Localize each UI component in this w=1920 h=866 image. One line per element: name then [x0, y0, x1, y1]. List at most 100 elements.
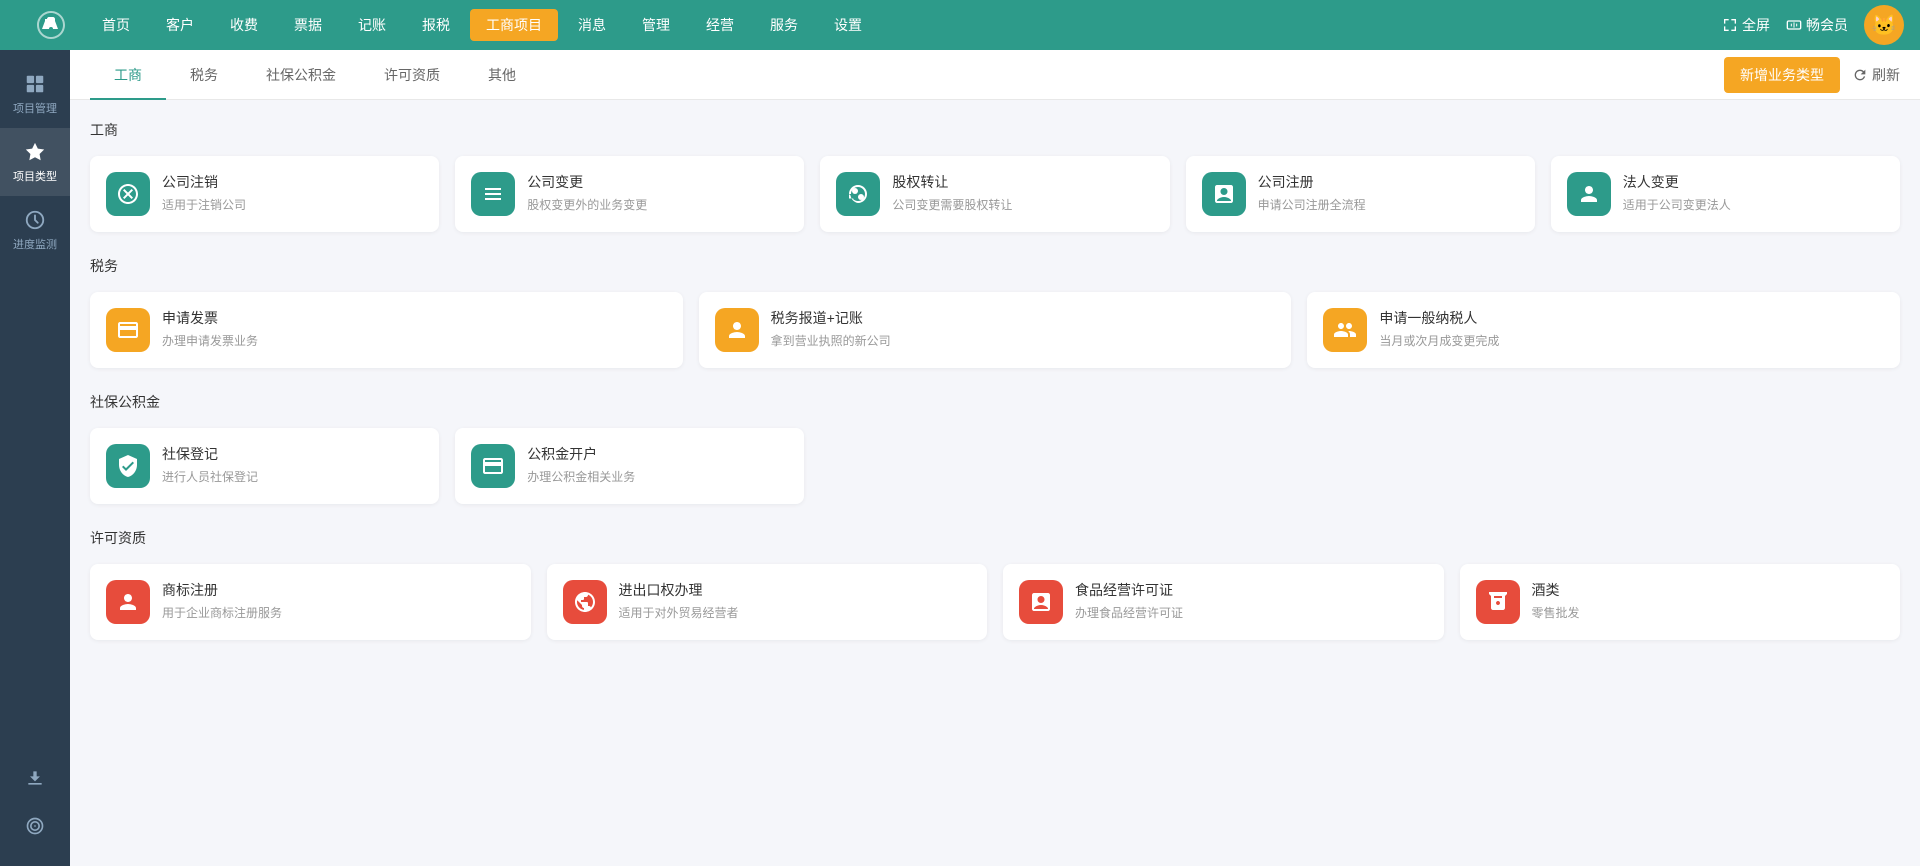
card-tax-bookkeeping[interactable]: 税务报道+记账 拿到营业执照的新公司: [699, 292, 1292, 368]
top-navigation: 首页 客户 收费 票据 记账 报税 工商项目 消息 管理 经营 服务 设置 全屏…: [0, 0, 1920, 50]
nav-customer[interactable]: 客户: [150, 9, 210, 41]
main-nav: 首页 客户 收费 票据 记账 报税 工商项目 消息 管理 经营 服务 设置: [86, 9, 1722, 41]
section-title-shuiwu: 税务: [90, 256, 1900, 276]
progress-icon: [23, 208, 47, 232]
card-social-insurance[interactable]: 社保登记 进行人员社保登记: [90, 428, 439, 504]
refresh-button[interactable]: 刷新: [1852, 65, 1900, 85]
tab-shebao[interactable]: 社保公积金: [242, 50, 360, 100]
card-food-license[interactable]: 食品经营许可证 办理食品经营许可证: [1003, 564, 1444, 640]
sidebar-item-project-type[interactable]: 项目类型: [0, 128, 70, 196]
card-apply-taxpayer[interactable]: 申请一般纳税人 当月或次月成变更完成: [1307, 292, 1900, 368]
nav-bizproject[interactable]: 工商项目: [470, 9, 558, 41]
nav-settings[interactable]: 设置: [818, 9, 878, 41]
project-type-icon: [23, 140, 47, 164]
card-info-import-export: 进出口权办理 适用于对外贸易经营者: [619, 580, 972, 621]
nav-manage[interactable]: 管理: [626, 9, 686, 41]
card-desc-trademark: 用于企业商标注册服务: [162, 604, 515, 621]
card-title-apply-taxpayer: 申请一般纳税人: [1379, 308, 1884, 328]
card-icon-apply-invoice: [106, 308, 150, 352]
sidebar-item-progress[interactable]: 进度监测: [0, 196, 70, 264]
card-info-legal-change: 法人变更 适用于公司变更法人: [1623, 172, 1884, 213]
card-legal-change[interactable]: 法人变更 适用于公司变更法人: [1551, 156, 1900, 232]
nav-home[interactable]: 首页: [86, 9, 146, 41]
card-info-company-register: 公司注册 申请公司注册全流程: [1258, 172, 1519, 213]
card-desc-housing-fund: 办理公积金相关业务: [527, 468, 788, 485]
card-title-trademark: 商标注册: [162, 580, 515, 600]
card-icon-apply-taxpayer: [1323, 308, 1367, 352]
card-trademark[interactable]: 商标注册 用于企业商标注册服务: [90, 564, 531, 640]
tab-shuiwu[interactable]: 税务: [166, 50, 242, 100]
nav-right-area: 全屏 畅会员 🐱: [1722, 5, 1904, 45]
section-title-gongshang: 工商: [90, 120, 1900, 140]
card-info-company-cancel: 公司注销 适用于注销公司: [162, 172, 423, 213]
card-title-company-change: 公司变更: [527, 172, 788, 192]
sidebar-target[interactable]: [0, 802, 70, 850]
card-title-apply-invoice: 申请发票: [162, 308, 667, 328]
card-info-social-insurance: 社保登记 进行人员社保登记: [162, 444, 423, 485]
card-info-liquor: 酒类 零售批发: [1532, 580, 1885, 621]
card-icon-equity-transfer: [836, 172, 880, 216]
tab-other[interactable]: 其他: [464, 50, 540, 100]
card-icon-trademark: [106, 580, 150, 624]
sidebar-label-project-management: 项目管理: [13, 100, 57, 116]
card-import-export[interactable]: 进出口权办理 适用于对外贸易经营者: [547, 564, 988, 640]
section-title-shebao: 社保公积金: [90, 392, 1900, 412]
card-housing-fund[interactable]: 公积金开户 办理公积金相关业务: [455, 428, 804, 504]
card-info-equity-transfer: 股权转让 公司变更需要股权转让: [892, 172, 1153, 213]
card-info-apply-invoice: 申请发票 办理申请发票业务: [162, 308, 667, 349]
tab-bar: 工商 税务 社保公积金 许可资质 其他 新增业务类型 刷新: [70, 50, 1920, 100]
card-icon-food-license: [1019, 580, 1063, 624]
section-title-xuke: 许可资质: [90, 528, 1900, 548]
nav-ticket[interactable]: 票据: [278, 9, 338, 41]
scroll-content[interactable]: 工商 公司注销 适用于注销公司: [70, 100, 1920, 866]
card-liquor[interactable]: 酒类 零售批发: [1460, 564, 1901, 640]
card-company-cancel[interactable]: 公司注销 适用于注销公司: [90, 156, 439, 232]
main-layout: 项目管理 项目类型 进度监测: [0, 50, 1920, 866]
card-icon-social-insurance: [106, 444, 150, 488]
vip-button[interactable]: 畅会员: [1786, 15, 1848, 35]
card-icon-tax-bookkeeping: [715, 308, 759, 352]
target-icon: [23, 814, 47, 838]
nav-message[interactable]: 消息: [562, 9, 622, 41]
sidebar-download[interactable]: [0, 754, 70, 802]
card-icon-company-register: [1202, 172, 1246, 216]
card-info-tax-bookkeeping: 税务报道+记账 拿到营业执照的新公司: [771, 308, 1276, 349]
card-title-liquor: 酒类: [1532, 580, 1885, 600]
tab-xuke[interactable]: 许可资质: [360, 50, 464, 100]
card-title-company-register: 公司注册: [1258, 172, 1519, 192]
card-desc-company-register: 申请公司注册全流程: [1258, 196, 1519, 213]
card-title-tax-bookkeeping: 税务报道+记账: [771, 308, 1276, 328]
card-desc-food-license: 办理食品经营许可证: [1075, 604, 1428, 621]
card-title-equity-transfer: 股权转让: [892, 172, 1153, 192]
tab-gongshang[interactable]: 工商: [90, 50, 166, 100]
card-apply-invoice[interactable]: 申请发票 办理申请发票业务: [90, 292, 683, 368]
project-management-icon: [23, 72, 47, 96]
card-desc-import-export: 适用于对外贸易经营者: [619, 604, 972, 621]
mascot-avatar: 🐱: [1864, 5, 1904, 45]
nav-service[interactable]: 服务: [754, 9, 814, 41]
card-icon-company-cancel: [106, 172, 150, 216]
add-type-button[interactable]: 新增业务类型: [1724, 57, 1840, 93]
fullscreen-button[interactable]: 全屏: [1722, 15, 1770, 35]
card-title-import-export: 进出口权办理: [619, 580, 972, 600]
nav-tax[interactable]: 报税: [406, 9, 466, 41]
nav-bookkeeping[interactable]: 记账: [342, 9, 402, 41]
sidebar: 项目管理 项目类型 进度监测: [0, 50, 70, 866]
sidebar-label-project-type: 项目类型: [13, 168, 57, 184]
card-equity-transfer[interactable]: 股权转让 公司变更需要股权转让: [820, 156, 1169, 232]
card-icon-housing-fund: [471, 444, 515, 488]
card-icon-import-export: [563, 580, 607, 624]
content-area: 工商 税务 社保公积金 许可资质 其他 新增业务类型 刷新 工商: [70, 50, 1920, 866]
card-desc-apply-taxpayer: 当月或次月成变更完成: [1379, 332, 1884, 349]
card-icon-liquor: [1476, 580, 1520, 624]
sidebar-bottom: [0, 754, 70, 866]
nav-operation[interactable]: 经营: [690, 9, 750, 41]
card-title-social-insurance: 社保登记: [162, 444, 423, 464]
card-desc-company-change: 股权变更外的业务变更: [527, 196, 788, 213]
nav-fee[interactable]: 收费: [214, 9, 274, 41]
card-company-change[interactable]: 公司变更 股权变更外的业务变更: [455, 156, 804, 232]
card-company-register[interactable]: 公司注册 申请公司注册全流程: [1186, 156, 1535, 232]
sidebar-item-project-management[interactable]: 项目管理: [0, 60, 70, 128]
logo-area: [16, 7, 86, 43]
xuke-cards-grid: 商标注册 用于企业商标注册服务 进出口权办理 适用于对外贸易经营者: [90, 564, 1900, 640]
